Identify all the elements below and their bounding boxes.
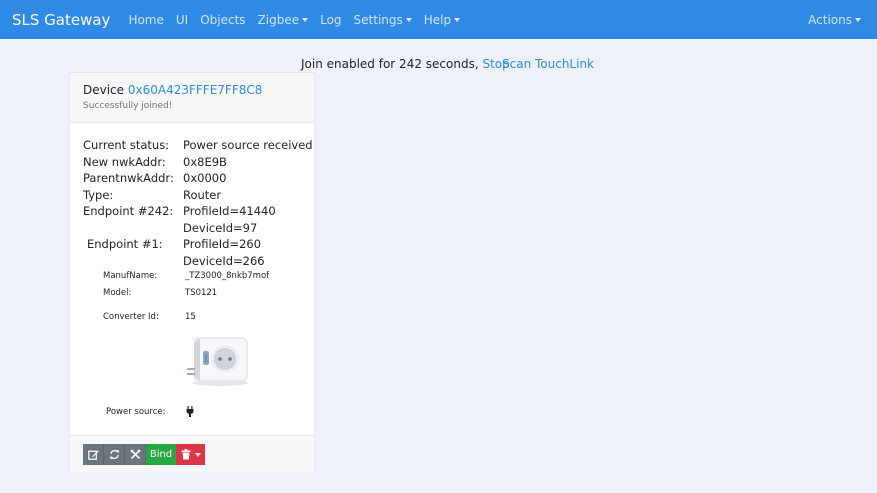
nav-objects-label: Objects	[200, 12, 246, 27]
info-row: Current status: Power source received	[83, 137, 313, 154]
model-label: Model:	[103, 288, 132, 298]
join-status-text: Join enabled for 242 seconds,	[301, 57, 479, 71]
model-row: Model: TS0121	[103, 288, 217, 298]
nav-home-label: Home	[128, 12, 164, 27]
info-row: DeviceId=97	[83, 220, 313, 237]
nav-actions-dropdown[interactable]: Actions	[808, 13, 861, 27]
caret-down-icon	[194, 452, 201, 457]
device-card: Device 0x60A423FFFE7FF8C8 Successfully j…	[69, 72, 315, 472]
info-row: Endpoint #1: ProfileId=260	[83, 236, 313, 253]
device-card-header: Device 0x60A423FFFE7FF8C8 Successfully j…	[70, 73, 314, 123]
manufname-value: _TZ3000_8nkb7mof	[185, 271, 270, 281]
converter-label: Converter Id:	[103, 312, 159, 322]
plug-icon	[186, 406, 194, 417]
caret-down-icon	[302, 17, 309, 22]
info-key	[83, 220, 183, 237]
info-value: ProfileId=260	[183, 237, 262, 251]
caret-down-icon	[855, 17, 861, 22]
device-title: Device 0x60A423FFFE7FF8C8	[83, 83, 301, 97]
info-value: 0x8E9B	[183, 154, 227, 169]
nav-objects[interactable]: Objects	[200, 13, 245, 27]
info-value: Router	[183, 187, 222, 202]
info-row: Type: Router	[83, 187, 313, 204]
info-key: Current status:	[83, 138, 170, 152]
tools-icon	[130, 449, 140, 460]
info-row: ParentnwkAddr: 0x0000	[83, 170, 313, 187]
join-status: Join enabled for 242 seconds, Stop	[301, 57, 510, 71]
nav-actions-label: Actions	[808, 12, 852, 27]
info-value: DeviceId=97	[183, 220, 258, 235]
device-address-link[interactable]: 0x60A423FFFE7FF8C8	[128, 83, 263, 97]
scan-touchlink-link[interactable]: Scan TouchLink	[502, 57, 594, 71]
nav-settings-label: Settings	[353, 12, 403, 27]
nav-log-label: Log	[320, 12, 342, 27]
device-card-footer: Bind	[70, 435, 314, 472]
device-label: Device	[83, 83, 125, 97]
info-key: Endpoint #242:	[83, 204, 174, 218]
caret-down-icon	[454, 17, 461, 22]
caret-down-icon	[405, 17, 412, 22]
nav-zigbee-dropdown[interactable]: Zigbee	[258, 13, 309, 27]
info-key: New nwkAddr:	[83, 154, 166, 169]
info-row: New nwkAddr: 0x8E9B	[83, 154, 313, 171]
nav-zigbee-label: Zigbee	[257, 12, 300, 27]
power-source-row: Power source:	[106, 407, 166, 417]
configure-button[interactable]	[125, 444, 146, 465]
info-key: Type:	[83, 187, 114, 202]
power-source-label: Power source:	[106, 407, 166, 417]
refresh-icon	[109, 449, 119, 460]
navbar: SLS Gateway Home UI Objects Zigbee Log S…	[0, 0, 877, 39]
smart-plug-image	[187, 337, 248, 386]
delete-dropdown-button[interactable]	[176, 444, 205, 465]
nav-ui[interactable]: UI	[176, 13, 188, 27]
info-value: DeviceId=266	[183, 253, 265, 268]
nav-log[interactable]: Log	[320, 13, 341, 27]
manufname-label: ManufName:	[103, 271, 158, 281]
nav-ui-label: UI	[175, 12, 189, 27]
nav-settings-dropdown[interactable]: Settings	[354, 13, 412, 27]
edit-button[interactable]	[83, 444, 104, 465]
refresh-button[interactable]	[104, 444, 125, 465]
manufname-row: ManufName: _TZ3000_8nkb7mof	[103, 271, 269, 281]
bind-button[interactable]: Bind	[146, 444, 176, 465]
info-key: ParentnwkAddr:	[83, 171, 174, 185]
navbar-brand[interactable]: SLS Gateway	[12, 11, 110, 29]
device-status-message: Successfully joined!	[83, 101, 173, 111]
converter-row: Converter Id: 15	[103, 312, 196, 322]
info-value: Power source received	[183, 138, 313, 152]
converter-value: 15	[185, 312, 196, 322]
trash-icon	[181, 449, 190, 460]
model-value: TS0121	[185, 288, 218, 298]
info-row: DeviceId=266	[83, 253, 313, 270]
device-action-buttons: Bind	[83, 444, 205, 465]
info-key	[83, 253, 183, 270]
info-row: Endpoint #242: ProfileId=41440	[83, 203, 313, 220]
info-key: Endpoint #1:	[87, 237, 163, 251]
info-value: 0x0000	[183, 171, 227, 185]
nav-home[interactable]: Home	[128, 13, 163, 27]
nav-help-label: Help	[423, 12, 452, 27]
nav-help-dropdown[interactable]: Help	[423, 12, 461, 27]
edit-icon	[87, 450, 99, 460]
device-info-list: Current status: Power source received New…	[83, 137, 313, 269]
info-value: ProfileId=41440	[183, 204, 276, 218]
